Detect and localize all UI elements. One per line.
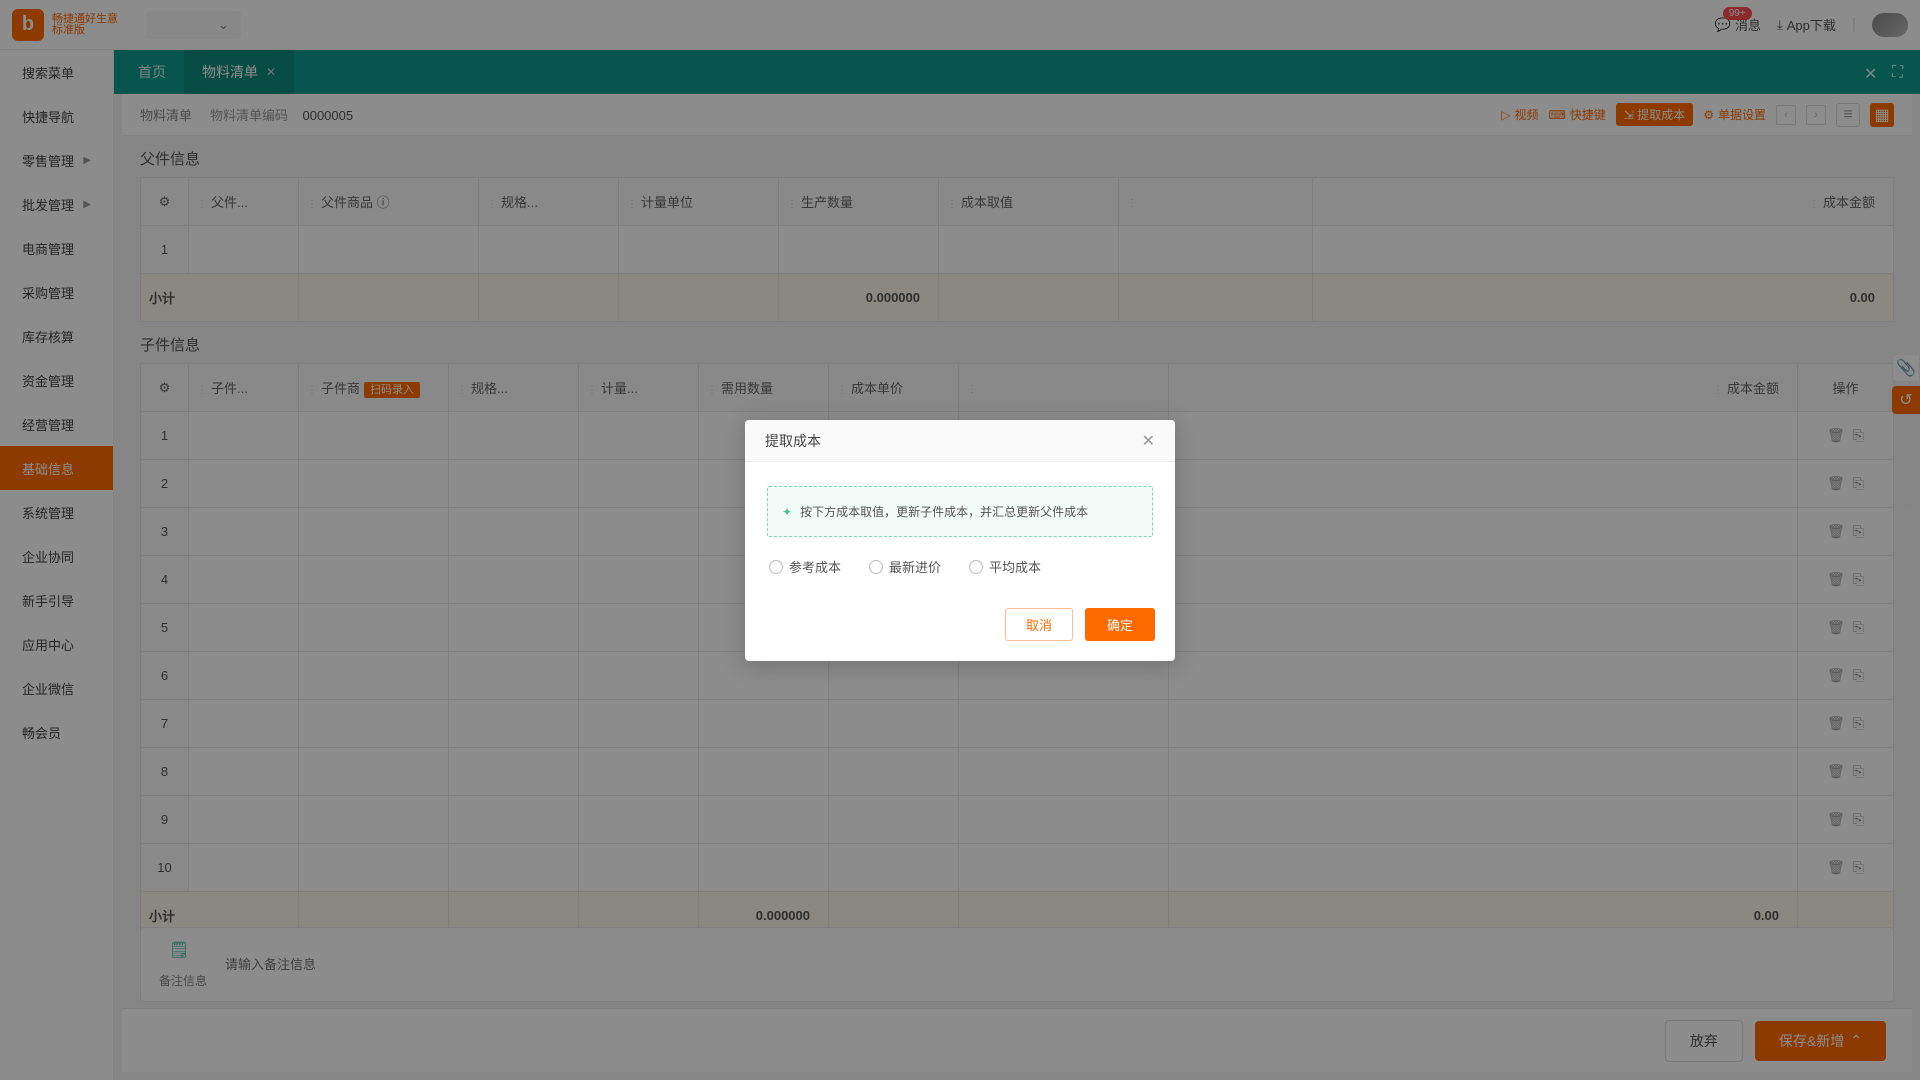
modal-close-icon[interactable]: ✕: [1142, 431, 1155, 451]
modal-cancel-button[interactable]: 取消: [1005, 608, 1073, 641]
modal-confirm-button[interactable]: 确定: [1085, 608, 1155, 641]
cost-option-radio[interactable]: 最新进价: [869, 557, 941, 576]
modal-hint: ✦ 按下方成本取值，更新子件成本，并汇总更新父件成本: [767, 486, 1153, 537]
radio-icon: [869, 560, 883, 574]
cost-option-radio[interactable]: 参考成本: [769, 557, 841, 576]
modal-title: 提取成本: [765, 431, 821, 451]
radio-icon: [969, 560, 983, 574]
cost-option-radio[interactable]: 平均成本: [969, 557, 1041, 576]
lightbulb-icon: ✦: [782, 505, 792, 519]
extract-cost-modal: 提取成本 ✕ ✦ 按下方成本取值，更新子件成本，并汇总更新父件成本 参考成本 最新…: [745, 420, 1175, 661]
radio-icon: [769, 560, 783, 574]
